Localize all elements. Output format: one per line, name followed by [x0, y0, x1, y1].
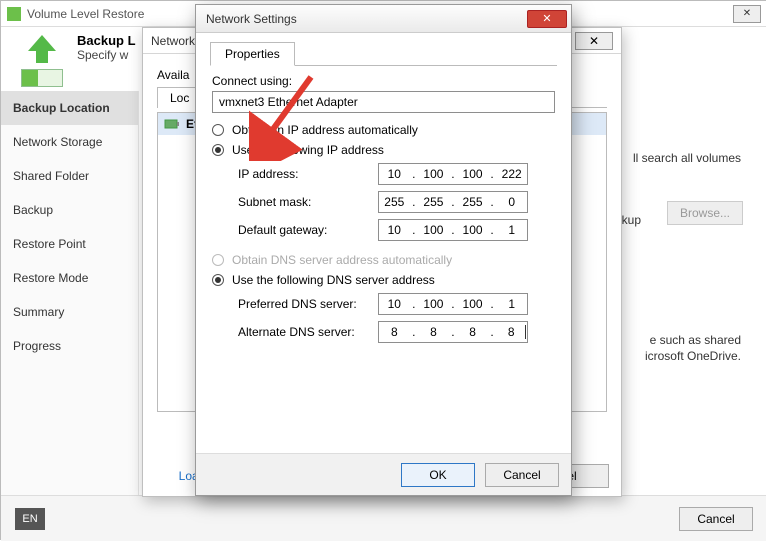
sidebar-item-progress[interactable]: Progress [1, 329, 138, 363]
radio-label: Use the following IP address [232, 143, 384, 157]
adapter-icon [164, 117, 180, 131]
sidebar-item-summary[interactable]: Summary [1, 295, 138, 329]
wizard-bottom-bar: EN Cancel [1, 495, 766, 541]
dialog-titlebar: Network Settings ✕ [196, 5, 571, 33]
network-settings-dialog: Network Settings ✕ Properties Connect us… [195, 4, 572, 496]
cancel-button[interactable]: Cancel [485, 463, 559, 487]
wizard-sidebar: Backup Location Network Storage Shared F… [1, 91, 139, 501]
sidebar-item-restore-mode[interactable]: Restore Mode [1, 261, 138, 295]
sidebar-item-network-storage[interactable]: Network Storage [1, 125, 138, 159]
text-fragment: icrosoft OneDrive. [645, 349, 741, 363]
radio-ip-auto[interactable]: Obtain an IP address automatically [212, 123, 555, 137]
step-title: Backup L [77, 33, 136, 48]
text-fragment: kup [622, 213, 641, 227]
connect-using-label: Connect using: [212, 74, 555, 88]
radio-icon [212, 254, 224, 266]
language-button[interactable]: EN [15, 508, 45, 530]
sidebar-item-backup-location[interactable]: Backup Location [1, 91, 138, 125]
close-button[interactable]: ✕ [527, 10, 567, 28]
gateway-label: Default gateway: [238, 223, 378, 237]
sidebar-item-shared-folder[interactable]: Shared Folder [1, 159, 138, 193]
adapter-field[interactable] [212, 91, 555, 113]
step-subtitle: Specify w [77, 48, 136, 62]
subnet-mask-field[interactable]: 255.255.255.0 [378, 191, 528, 213]
radio-label: Obtain DNS server address automatically [232, 253, 452, 267]
network-title: Network [151, 34, 195, 48]
alternate-dns-field[interactable]: 8.8.8.8 [378, 321, 528, 343]
dns1-label: Preferred DNS server: [238, 297, 378, 311]
radio-dns-auto: Obtain DNS server address automatically [212, 253, 555, 267]
tab-properties[interactable]: Properties [210, 42, 295, 66]
app-icon [7, 7, 21, 21]
browse-button: Browse... [667, 201, 743, 225]
radio-ip-manual[interactable]: Use the following IP address [212, 143, 555, 157]
ip-label: IP address: [238, 167, 378, 181]
close-button[interactable]: ✕ [733, 5, 761, 23]
radio-label: Use the following DNS server address [232, 273, 435, 287]
mask-label: Subnet mask: [238, 195, 378, 209]
radio-icon [212, 124, 224, 136]
sidebar-item-backup[interactable]: Backup [1, 193, 138, 227]
text-fragment: e such as shared [650, 333, 741, 347]
dialog-title: Network Settings [206, 12, 297, 26]
window-title: Volume Level Restore [27, 7, 144, 21]
ok-button[interactable]: OK [401, 463, 475, 487]
ip-address-field[interactable]: 10.100.100.222 [378, 163, 528, 185]
drive-icon [21, 69, 63, 87]
text-fragment: ll search all volumes [633, 151, 741, 165]
radio-dns-manual[interactable]: Use the following DNS server address [212, 273, 555, 287]
gateway-field[interactable]: 10.100.100.1 [378, 219, 528, 241]
step-icon [21, 33, 63, 87]
cancel-button[interactable]: Cancel [679, 507, 753, 531]
close-button[interactable]: ✕ [575, 32, 613, 50]
radio-icon [212, 274, 224, 286]
radio-label: Obtain an IP address automatically [232, 123, 418, 137]
sidebar-item-restore-point[interactable]: Restore Point [1, 227, 138, 261]
dns2-label: Alternate DNS server: [238, 325, 378, 339]
radio-icon [212, 144, 224, 156]
preferred-dns-field[interactable]: 10.100.100.1 [378, 293, 528, 315]
